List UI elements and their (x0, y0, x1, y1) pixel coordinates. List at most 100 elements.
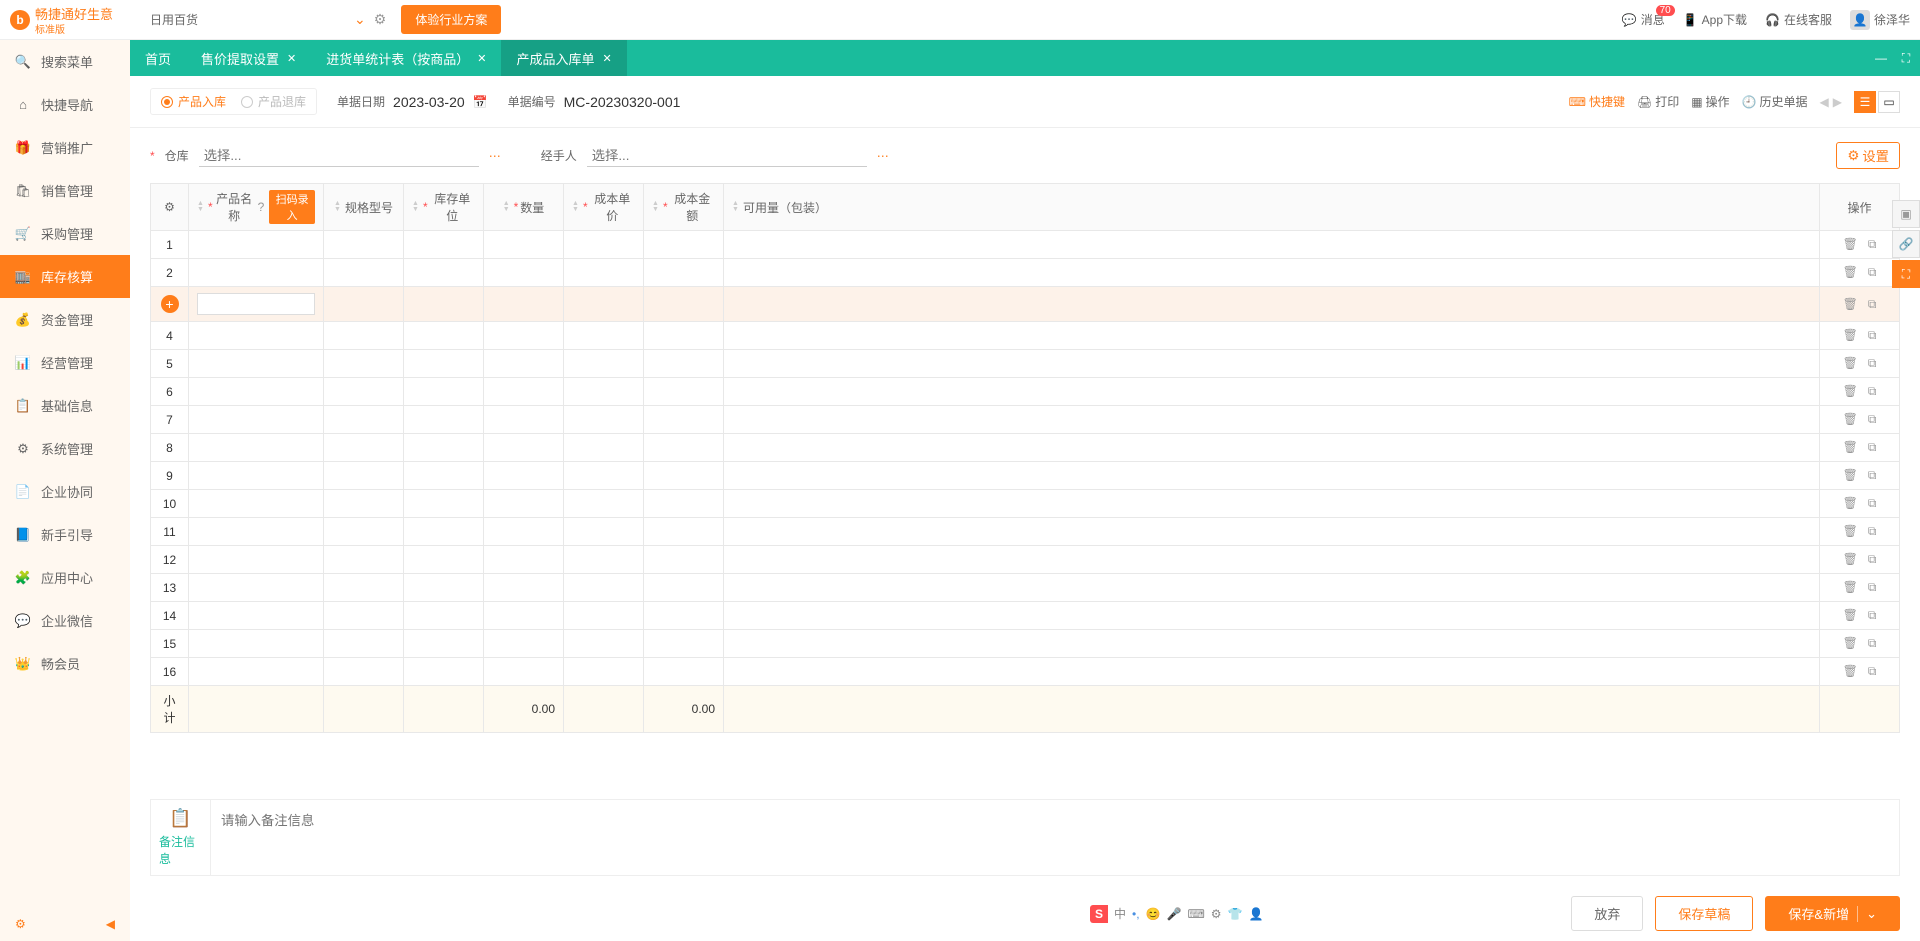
table-row[interactable]: 10🗑⧉ (151, 490, 1900, 518)
col-product-name[interactable]: ▲▼*产品名称?扫码录入 (189, 184, 324, 231)
cell-unit[interactable] (404, 630, 484, 658)
cell-qty[interactable] (484, 378, 564, 406)
cell-available[interactable] (724, 378, 1820, 406)
sidebar-item-9[interactable]: ⚙系统管理 (0, 427, 130, 470)
cell-available[interactable] (724, 602, 1820, 630)
cell-spec[interactable] (324, 574, 404, 602)
cell-qty[interactable] (484, 630, 564, 658)
operate-button[interactable]: ▦操作 (1691, 93, 1729, 110)
cell-product-name[interactable] (189, 518, 324, 546)
delete-icon[interactable]: 🗑 (1843, 664, 1858, 679)
sidebar-item-8[interactable]: 📋基础信息 (0, 384, 130, 427)
delete-icon[interactable]: 🗑 (1843, 580, 1858, 595)
cell-available[interactable] (724, 259, 1820, 287)
tab-0[interactable]: 首页 (130, 40, 186, 76)
table-row[interactable]: 7🗑⧉ (151, 406, 1900, 434)
cell-qty[interactable] (484, 350, 564, 378)
sidebar-item-11[interactable]: 📘新手引导 (0, 513, 130, 556)
cell-qty[interactable] (484, 406, 564, 434)
view-card[interactable]: ▭ (1878, 91, 1900, 113)
cell-spec[interactable] (324, 378, 404, 406)
delete-icon[interactable]: 🗑 (1843, 552, 1858, 567)
col-config[interactable]: ⚙ (151, 184, 189, 231)
sidebar-item-10[interactable]: 📄企业协同 (0, 470, 130, 513)
table-row[interactable]: 4🗑⧉ (151, 322, 1900, 350)
cell-unit-cost[interactable] (564, 378, 644, 406)
cell-amount[interactable] (644, 630, 724, 658)
sidebar-item-5[interactable]: 🏬库存核算 (0, 255, 130, 298)
rail-btn-3[interactable]: ⛶ (1892, 260, 1920, 288)
cell-unit-cost[interactable] (564, 350, 644, 378)
cell-spec[interactable] (324, 406, 404, 434)
grid-settings-button[interactable]: ⚙设置 (1836, 142, 1900, 169)
table-row[interactable]: 14🗑⧉ (151, 602, 1900, 630)
tab-minimize[interactable]: — (1869, 46, 1893, 70)
cell-product-name[interactable] (189, 259, 324, 287)
copy-icon[interactable]: ⧉ (1868, 580, 1877, 595)
cell-available[interactable] (724, 350, 1820, 378)
cell-amount[interactable] (644, 259, 724, 287)
copy-icon[interactable]: ⧉ (1868, 496, 1877, 511)
delete-icon[interactable]: 🗑 (1843, 524, 1858, 539)
cell-unit[interactable] (404, 434, 484, 462)
radio-product-in[interactable]: 产品入库 (161, 93, 226, 110)
cell-product-name[interactable] (189, 378, 324, 406)
cell-amount[interactable] (644, 658, 724, 686)
cell-amount[interactable] (644, 406, 724, 434)
cell-product-name[interactable] (189, 287, 324, 322)
cell-unit[interactable] (404, 231, 484, 259)
delete-icon[interactable]: 🗑 (1843, 265, 1858, 280)
col-qty[interactable]: ▲▼*数量 (484, 184, 564, 231)
cell-amount[interactable] (644, 231, 724, 259)
prev-doc[interactable]: ◀ (1820, 95, 1829, 109)
cell-unit[interactable] (404, 518, 484, 546)
copy-icon[interactable]: ⧉ (1868, 552, 1877, 567)
sidebar-item-6[interactable]: 💰资金管理 (0, 298, 130, 341)
cell-qty[interactable] (484, 434, 564, 462)
cell-unit-cost[interactable] (564, 462, 644, 490)
settings-icon[interactable]: ⚙ (15, 917, 26, 931)
cell-unit[interactable] (404, 546, 484, 574)
cell-spec[interactable] (324, 350, 404, 378)
tab-3[interactable]: 产成品入库单✕ (501, 40, 626, 76)
copy-icon[interactable]: ⧉ (1868, 636, 1877, 651)
copy-icon[interactable]: ⧉ (1868, 608, 1877, 623)
cell-qty[interactable] (484, 602, 564, 630)
gear-icon[interactable]: ⚙ (374, 11, 387, 28)
copy-icon[interactable]: ⧉ (1868, 328, 1877, 343)
cell-spec[interactable] (324, 287, 404, 322)
sidebar-item-0[interactable]: 🔍搜索菜单 (0, 40, 130, 83)
discard-button[interactable]: 放弃 (1571, 896, 1643, 931)
cell-available[interactable] (724, 322, 1820, 350)
delete-icon[interactable]: 🗑 (1843, 356, 1858, 371)
sidebar-item-12[interactable]: 🧩应用中心 (0, 556, 130, 599)
sidebar-item-13[interactable]: 💬企业微信 (0, 599, 130, 642)
cell-product-name[interactable] (189, 406, 324, 434)
cell-product-name[interactable] (189, 322, 324, 350)
delete-icon[interactable]: 🗑 (1843, 608, 1858, 623)
experience-button[interactable]: 体验行业方案 (401, 5, 501, 34)
cell-spec[interactable] (324, 231, 404, 259)
save-new-button[interactable]: 保存&新增 ⌄ (1765, 896, 1900, 931)
calendar-icon[interactable]: 📅 (473, 95, 488, 109)
cell-available[interactable] (724, 546, 1820, 574)
table-row[interactable]: 15🗑⧉ (151, 630, 1900, 658)
sidebar-item-2[interactable]: 🎁营销推广 (0, 126, 130, 169)
cell-available[interactable] (724, 462, 1820, 490)
cell-unit-cost[interactable] (564, 287, 644, 322)
cell-qty[interactable] (484, 574, 564, 602)
cell-unit-cost[interactable] (564, 518, 644, 546)
delete-icon[interactable]: 🗑 (1843, 440, 1858, 455)
warehouse-lookup[interactable]: ⋯ (489, 149, 501, 163)
cell-amount[interactable] (644, 490, 724, 518)
handler-lookup[interactable]: ⋯ (877, 149, 889, 163)
table-row[interactable]: 11🗑⧉ (151, 518, 1900, 546)
table-row[interactable]: 6🗑⧉ (151, 378, 1900, 406)
cell-unit[interactable] (404, 259, 484, 287)
sidebar-item-1[interactable]: ⌂快捷导航 (0, 83, 130, 126)
cell-unit[interactable] (404, 658, 484, 686)
sidebar-item-3[interactable]: 🛍销售管理 (0, 169, 130, 212)
delete-icon[interactable]: 🗑 (1843, 328, 1858, 343)
save-draft-button[interactable]: 保存草稿 (1655, 896, 1753, 931)
cell-unit-cost[interactable] (564, 630, 644, 658)
